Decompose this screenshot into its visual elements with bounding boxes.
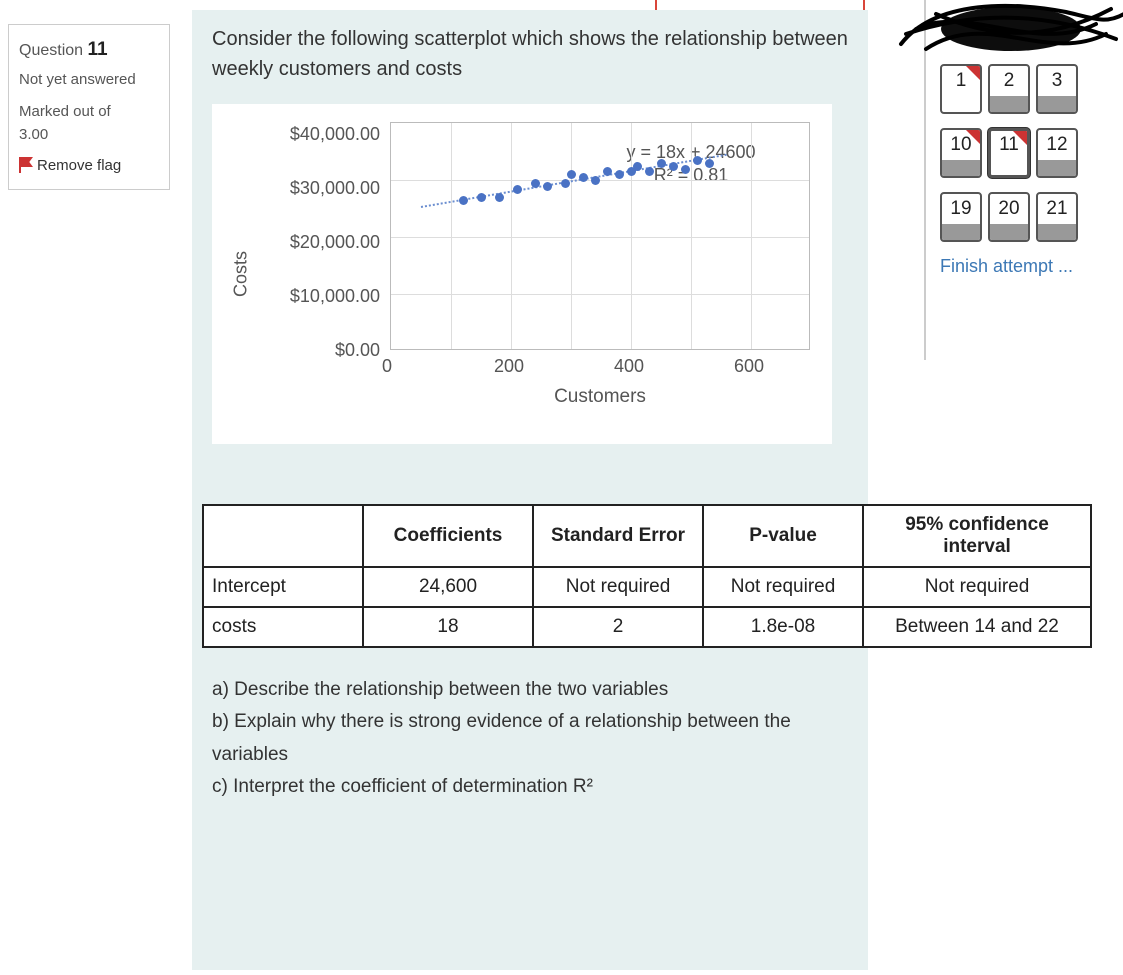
data-point: [591, 176, 600, 185]
y-tick-labels: $40,000.00 $30,000.00 $20,000.00 $10,000…: [270, 124, 380, 394]
question-prompt: Consider the following scatterplot which…: [212, 24, 848, 84]
data-point: [531, 179, 540, 188]
data-point: [561, 179, 570, 188]
plot-area: y = 18x + 24600 R² = 0.81: [390, 122, 810, 350]
data-point: [633, 162, 642, 171]
remove-flag-link[interactable]: Remove flag: [19, 154, 159, 177]
data-point: [513, 185, 522, 194]
data-point: [495, 193, 504, 202]
nav-question-12[interactable]: 12: [1036, 128, 1078, 178]
question-status: Not yet answered: [19, 68, 159, 91]
question-content: Consider the following scatterplot which…: [192, 10, 868, 970]
sub-question-a: a) Describe the relationship between the…: [212, 674, 848, 706]
sub-question-b: b) Explain why there is strong evidence …: [212, 706, 848, 771]
table-header-row: Coefficients Standard Error P-value 95% …: [203, 505, 1091, 567]
table-row: Intercept 24,600 Not required Not requir…: [203, 567, 1091, 607]
nav-question-10[interactable]: 10: [940, 128, 982, 178]
sub-question-c: c) Interpret the coefficient of determin…: [212, 771, 848, 803]
nav-question-21[interactable]: 21: [1036, 192, 1078, 242]
nav-question-20[interactable]: 20: [988, 192, 1030, 242]
table-row: costs 18 2 1.8e-08 Between 14 and 22: [203, 607, 1091, 647]
data-point: [477, 193, 486, 202]
regression-table: Coefficients Standard Error P-value 95% …: [202, 504, 1092, 648]
question-info-panel: Question 11 Not yet answered Marked out …: [8, 24, 170, 190]
scatter-chart: Costs $40,000.00 $30,000.00 $20,000.00 $…: [212, 104, 832, 444]
finish-attempt-link[interactable]: Finish attempt ...: [940, 256, 1123, 277]
marked-out-of: Marked out of 3.00: [19, 100, 159, 147]
nav-question-11[interactable]: 11: [988, 128, 1030, 178]
question-title: Question 11: [19, 35, 159, 64]
nav-grid: 123101112192021: [940, 64, 1123, 242]
data-point: [693, 156, 702, 165]
nav-question-3[interactable]: 3: [1036, 64, 1078, 114]
flag-icon: [19, 157, 33, 173]
y-axis-label: Costs: [231, 251, 252, 297]
nav-question-2[interactable]: 2: [988, 64, 1030, 114]
quiz-navigation: 123101112192021 Finish attempt ...: [924, 0, 1123, 360]
data-point: [681, 165, 690, 174]
data-point: [459, 196, 468, 205]
question-label: Question: [19, 42, 83, 59]
data-point: [543, 182, 552, 191]
sub-questions: a) Describe the relationship between the…: [212, 674, 848, 803]
data-point: [705, 159, 714, 168]
nav-question-19[interactable]: 19: [940, 192, 982, 242]
data-point: [657, 159, 666, 168]
x-axis-label: Customers: [390, 386, 810, 408]
question-number: 11: [88, 39, 108, 60]
data-point: [669, 162, 678, 171]
nav-question-1[interactable]: 1: [940, 64, 982, 114]
scribble-overlay: [896, 0, 1123, 64]
data-point: [567, 170, 576, 179]
